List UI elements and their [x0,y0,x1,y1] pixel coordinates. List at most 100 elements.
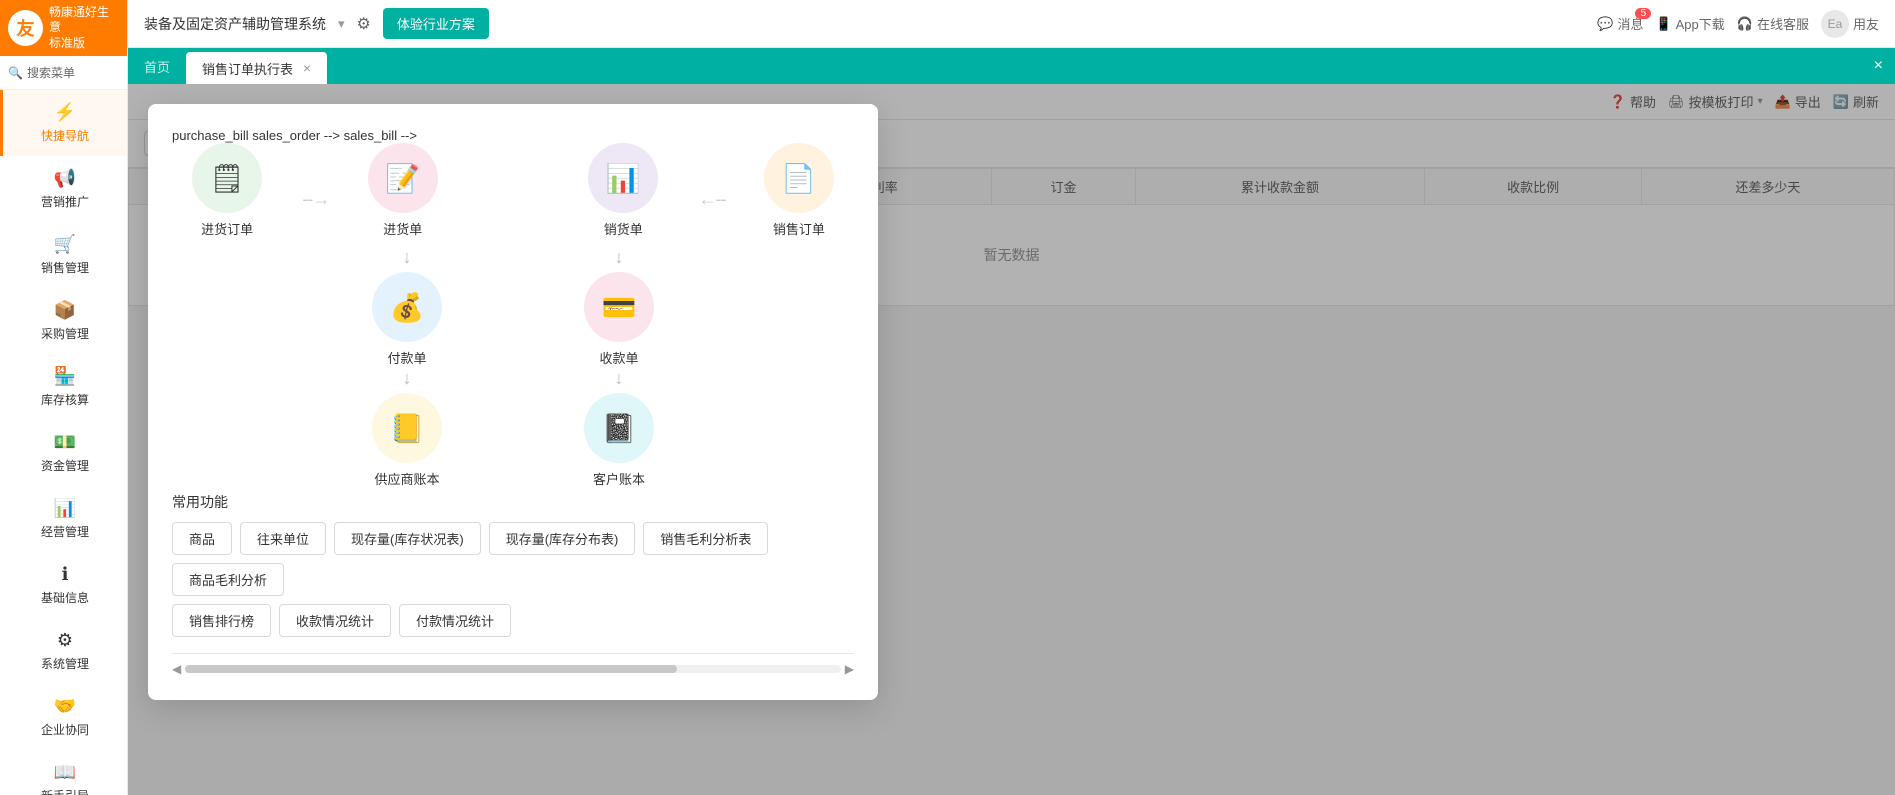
logo-icon: 友 [8,10,43,46]
sidebar-item-quick-nav[interactable]: ⚡ 快捷导航 [0,90,127,156]
system-icon: ⚙ [57,630,73,651]
topbar: 装备及固定资产辅助管理系统 ▾ ⚙ 体验行业方案 💬 消息 5 📱 App下载 … [128,0,1895,48]
sales-order-node: 📄 销售订单 [764,143,834,238]
sidebar-item-guide[interactable]: 📖 新手引导 [0,750,127,795]
tab-close-icon[interactable]: × [303,60,311,76]
arrow-h1: - - → [302,189,327,210]
tab-bar: 首页 销售订单执行表 × × [128,48,1895,84]
btn-stock-status[interactable]: 现存量(库存状况表) [334,522,481,555]
sales-bill-label: 销货单 [604,219,643,238]
basic-info-icon: ℹ [62,564,69,585]
message-badge: 5 [1635,8,1651,19]
system-title: 装备及固定资产辅助管理系统 [144,14,326,34]
window-close-icon[interactable]: × [1874,57,1883,75]
sidebar: 友 畅康通好生意 标准版 🔍 搜索菜单 ⚡ 快捷导航 📢 营销推广 🛒 销售管理 [0,0,128,795]
sales-order-label: 销售订单 [773,219,825,238]
arrow-down2: ↓ [615,248,624,266]
payment-circle[interactable]: 💰 [372,272,442,342]
sidebar-item-basic-info[interactable]: ℹ 基础信息 [0,552,127,618]
tab-bar-end: × [327,57,1895,75]
payment-icon: 💰 [390,291,425,324]
btn-receipt-stats[interactable]: 收款情况统计 [279,604,391,637]
supplier-ledger-circle[interactable]: 📒 [372,393,442,463]
avatar: Ea [1821,10,1849,38]
receipt-label: 收款单 [599,348,638,367]
common-buttons-row1: 商品 往来单位 现存量(库存状况表) 现存量(库存分布表) 销售毛利分析表 商品… [172,522,854,596]
customer-ledger-label: 客户账本 [593,469,645,488]
finance-icon: 💵 [54,432,76,453]
common-functions-title: 常用功能 [172,492,854,512]
sidebar-item-marketing[interactable]: 📢 营销推广 [0,156,127,222]
sidebar-item-finance[interactable]: 💵 资金管理 [0,420,127,486]
arrow-down4: ↓ [615,369,624,387]
sales-order-icon: 📄 [781,162,816,195]
receipt-circle[interactable]: 💳 [584,272,654,342]
user-action[interactable]: Ea 用友 [1821,10,1879,38]
supplier-ledger-col: ↓ 📒 供应商账本 [372,367,442,488]
dropdown-arrow-icon[interactable]: ▾ [338,16,345,32]
sidebar-item-inventory[interactable]: 🏪 库存核算 [0,354,127,420]
settings-gear-icon[interactable]: ⚙ [357,14,371,34]
search-icon: 🔍 [8,66,23,80]
purchase-bill-label: 进货单 [383,219,422,238]
message-icon: 💬 [1597,16,1613,32]
purchase-order-icon: 🗒 [209,162,245,195]
tab-sales-order-exec[interactable]: 销售订单执行表 × [186,52,327,84]
flow-section: purchase_bill sales_order --> sales_bill… [172,128,854,488]
trial-btn[interactable]: 体验行业方案 [383,8,489,39]
supplier-ledger-icon: 📒 [390,412,425,445]
sales-icon: 🛒 [54,234,76,255]
btn-sales-profit[interactable]: 销售毛利分析表 [643,522,768,555]
btn-product-profit[interactable]: 商品毛利分析 [172,563,284,596]
btn-counterpart[interactable]: 往来单位 [240,522,326,555]
inventory-icon: 🏪 [54,366,76,387]
phone-icon: 📱 [1655,16,1671,32]
tab-home[interactable]: 首页 [128,48,186,84]
scrollbar-track[interactable] [185,665,841,673]
purchase-bill-circle[interactable]: 📝 [368,143,438,213]
modal-overlay: purchase_bill sales_order --> sales_bill… [128,84,1895,795]
sidebar-nav: ⚡ 快捷导航 📢 营销推广 🛒 销售管理 📦 采购管理 🏪 库存核算 💵 [0,90,127,795]
quick-nav-icon: ⚡ [54,102,76,123]
btn-product[interactable]: 商品 [172,522,232,555]
purchase-order-label: 进货订单 [201,219,253,238]
customer-ledger-icon: 📓 [602,412,637,445]
scrollbar-thumb [185,665,677,673]
btn-payment-stats[interactable]: 付款情况统计 [399,604,511,637]
sidebar-search[interactable]: 🔍 搜索菜单 [0,56,127,90]
sales-bill-icon: 📊 [606,162,641,195]
cooperation-icon: 🤝 [54,696,76,717]
payment-label: 付款单 [387,348,426,367]
common-functions-section: 常用功能 商品 往来单位 现存量(库存状况表) 现存量(库存分布表) 销售毛利分… [172,492,854,637]
sidebar-item-operation[interactable]: 📊 经营管理 [0,486,127,552]
sales-order-circle[interactable]: 📄 [764,143,834,213]
purchase-order-circle[interactable]: 🗒 [192,143,262,213]
sidebar-item-system[interactable]: ⚙ 系统管理 [0,618,127,684]
scroll-right-icon[interactable]: ▶ [845,662,854,676]
sidebar-logo: 友 畅康通好生意 标准版 [0,0,127,56]
app-download-action[interactable]: 📱 App下载 [1655,14,1724,33]
sidebar-item-sales[interactable]: 🛒 销售管理 [0,222,127,288]
receipt-col: ↓ 💳 收款单 [584,246,654,367]
page-body: ❓ 帮助 🖨 按模板打印 ▾ 📤 导出 🔄 刷新 [128,84,1895,795]
online-service-action[interactable]: 🎧 在线客服 [1737,14,1809,33]
sidebar-item-cooperation[interactable]: 🤝 企业协同 [0,684,127,750]
logo-text: 畅康通好生意 标准版 [49,5,119,52]
purchase-icon: 📦 [54,300,76,321]
purchase-bill-icon: 📝 [385,162,420,195]
sales-bill-node: 📊 销货单 [588,143,658,238]
service-icon: 🎧 [1737,16,1753,32]
customer-ledger-col: ↓ 📓 客户账本 [584,367,654,488]
customer-ledger-circle[interactable]: 📓 [584,393,654,463]
guide-icon: 📖 [54,762,76,783]
btn-sales-ranking[interactable]: 销售排行榜 [172,604,271,637]
message-action[interactable]: 💬 消息 5 [1597,14,1643,33]
sales-bill-circle[interactable]: 📊 [588,143,658,213]
sidebar-item-purchase[interactable]: 📦 采购管理 [0,288,127,354]
btn-stock-distribution[interactable]: 现存量(库存分布表) [489,522,636,555]
scroll-left-icon[interactable]: ◀ [172,662,181,676]
main-content: 装备及固定资产辅助管理系统 ▾ ⚙ 体验行业方案 💬 消息 5 📱 App下载 … [128,0,1895,795]
supplier-ledger-label: 供应商账本 [374,469,439,488]
purchase-bill-node: 📝 进货单 [368,143,438,238]
marketing-icon: 📢 [54,168,76,189]
